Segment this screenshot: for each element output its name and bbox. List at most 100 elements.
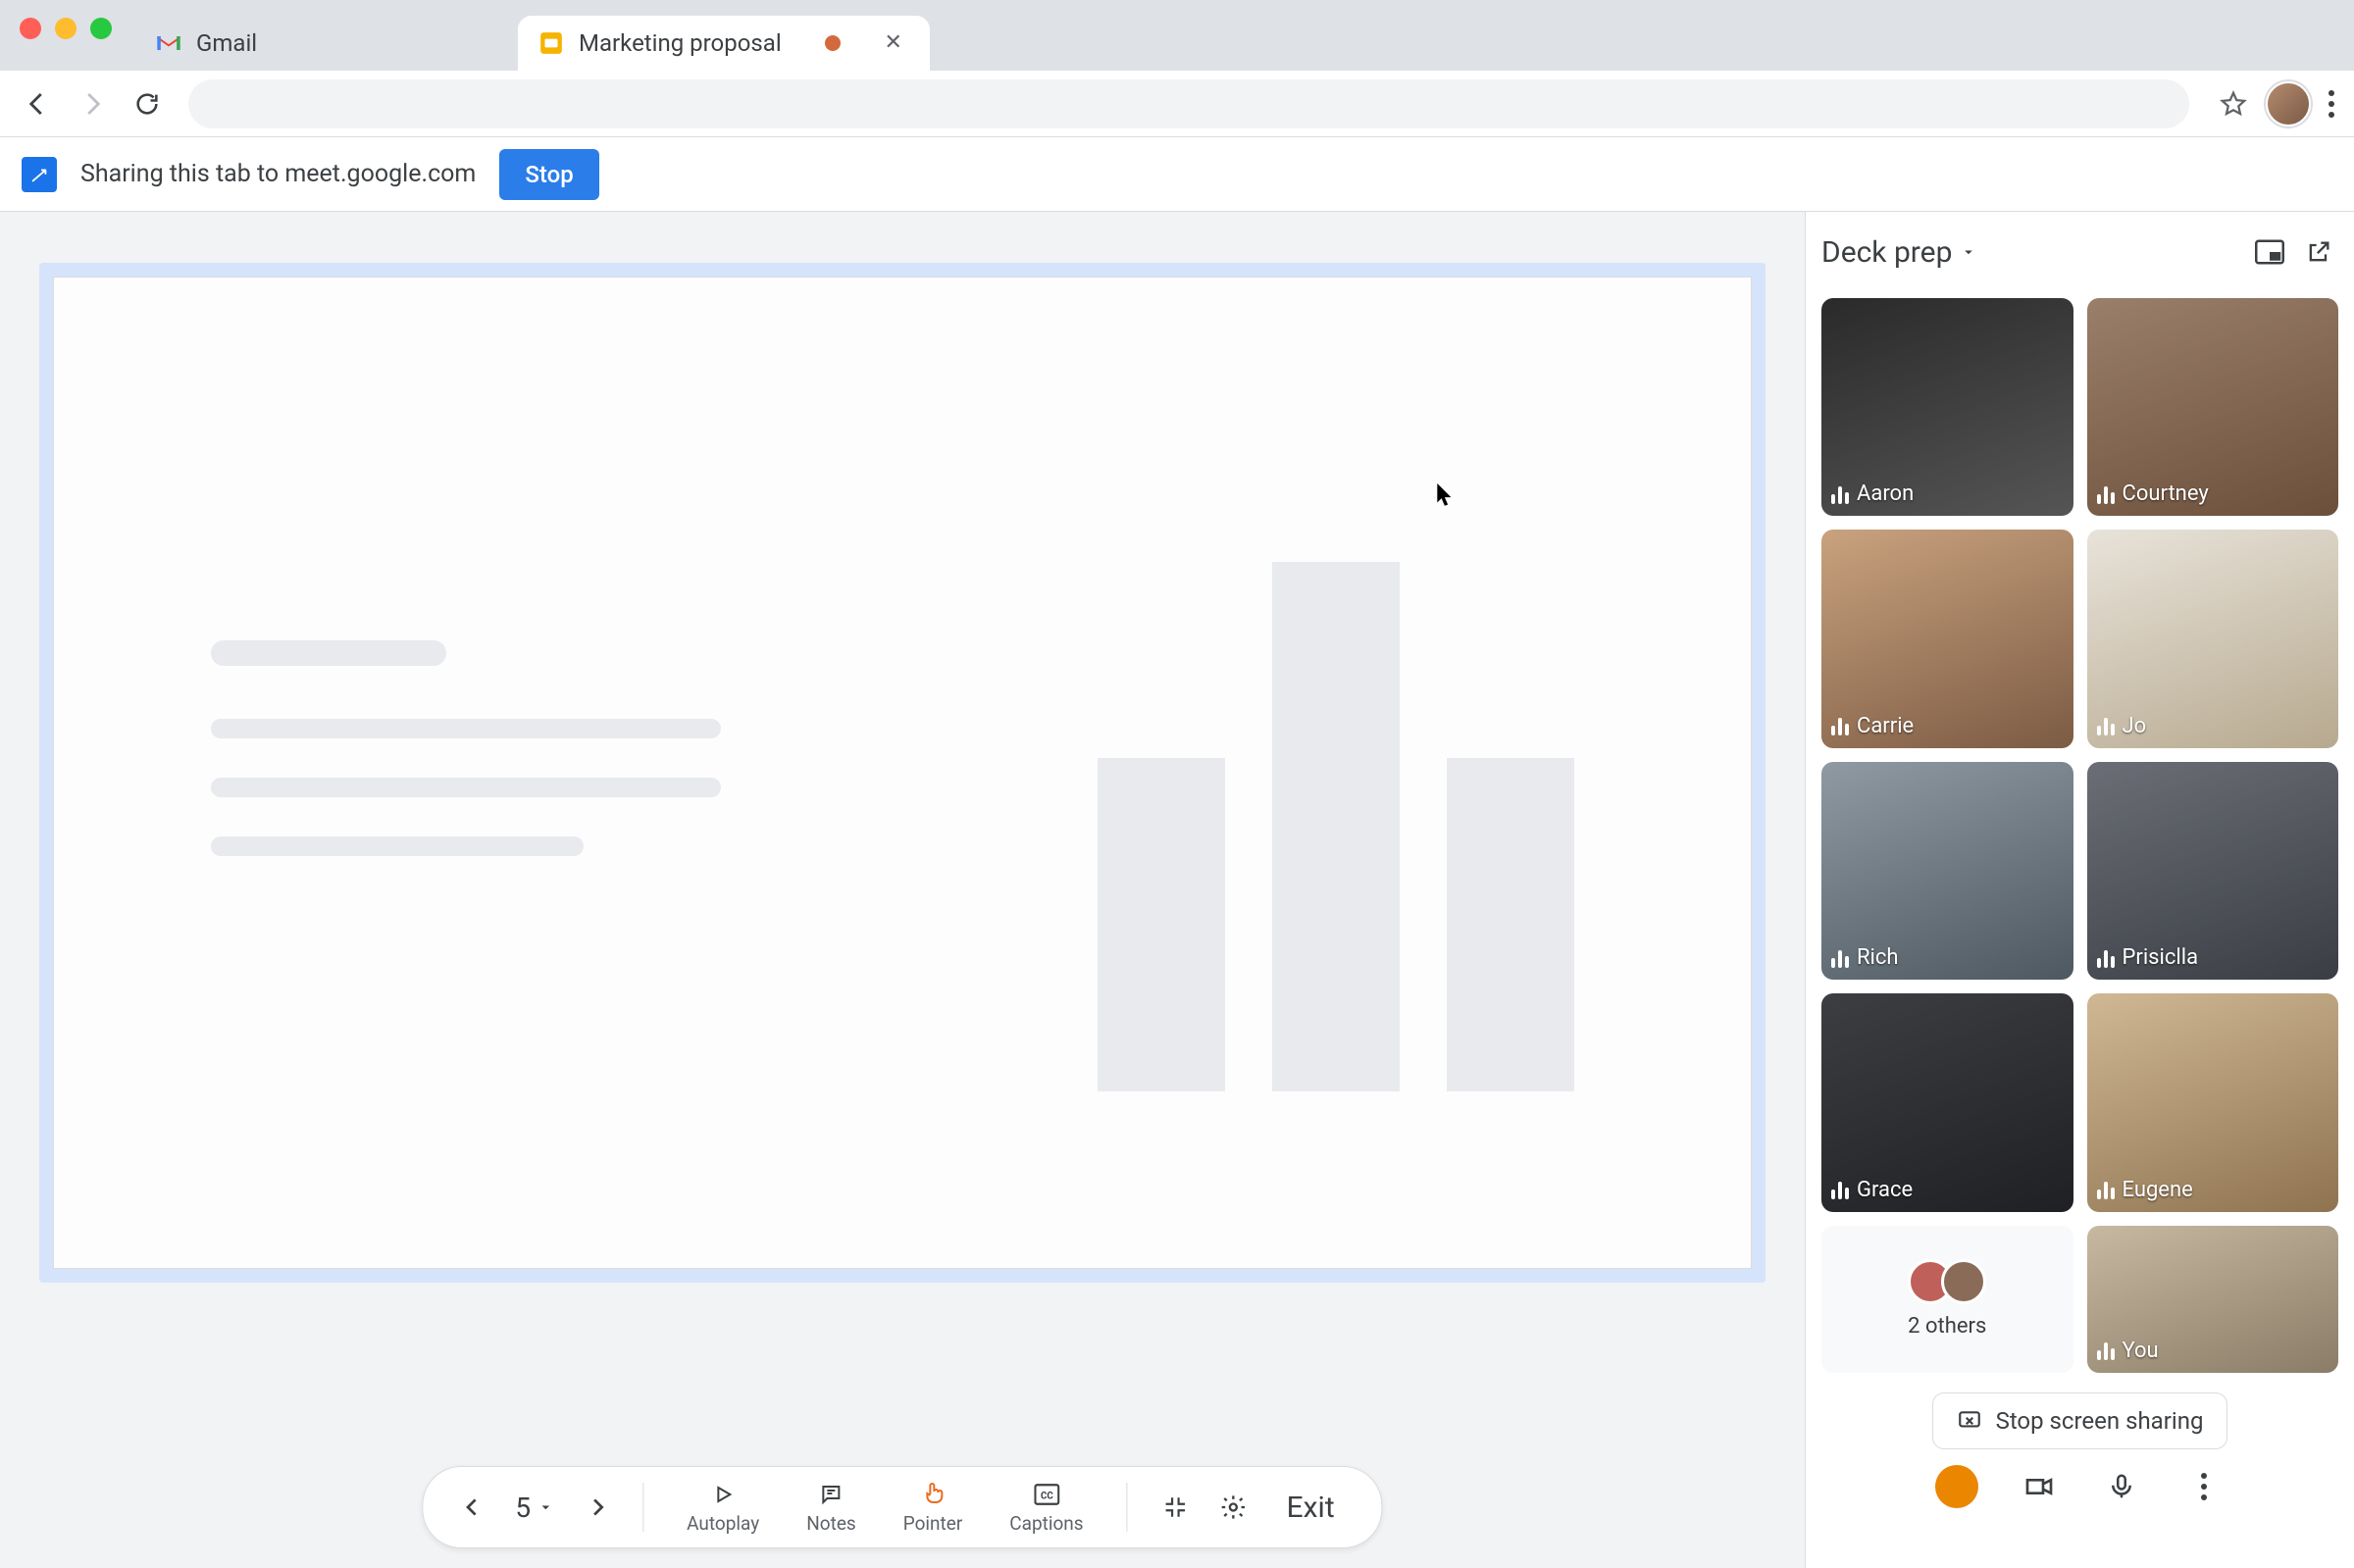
meeting-title-dropdown[interactable]: Deck prep <box>1821 235 1977 270</box>
participant-name: Carrie <box>1857 714 1914 738</box>
notes-icon <box>819 1481 843 1508</box>
back-button[interactable] <box>14 80 61 127</box>
slide-text-placeholder <box>211 778 721 797</box>
presenter-toolbar: 5 Autoplay Notes Pointer CC Captions <box>422 1466 1382 1548</box>
chart-bar <box>1272 562 1400 1091</box>
participant-tile[interactable]: Aaron <box>1821 298 2073 516</box>
close-window-button[interactable] <box>20 18 41 39</box>
toolbar-divider <box>642 1483 643 1532</box>
pointer-button[interactable]: Pointer <box>886 1481 981 1535</box>
tab-slides-doc[interactable]: Marketing proposal ✕ <box>518 16 930 71</box>
pointer-icon <box>921 1481 945 1508</box>
participant-tile[interactable]: Grace <box>1821 993 2073 1211</box>
captions-icon: CC <box>1034 1481 1059 1508</box>
svg-text:CC: CC <box>1041 1491 1053 1501</box>
audio-level-icon <box>2097 716 2115 735</box>
reload-button[interactable] <box>124 80 171 127</box>
participant-name: Rich <box>1857 945 1899 970</box>
options-button[interactable] <box>1210 1493 1257 1521</box>
play-icon <box>711 1481 735 1508</box>
slide-text-placeholder <box>211 719 721 738</box>
participant-tile[interactable]: Prisiclla <box>2087 762 2339 980</box>
screen-share-icon <box>22 157 57 192</box>
tab-gmail[interactable]: Gmail <box>135 16 518 71</box>
slide-text-placeholder <box>211 836 584 856</box>
gear-icon <box>1220 1493 1248 1521</box>
meet-panel-header: Deck prep <box>1821 224 2338 280</box>
profile-avatar[interactable] <box>2266 81 2311 126</box>
chart-bar <box>1098 758 1225 1091</box>
notes-button[interactable]: Notes <box>789 1481 874 1535</box>
participant-tile[interactable]: Rich <box>1821 762 2073 980</box>
slide-canvas[interactable] <box>53 277 1752 1269</box>
audio-level-icon <box>1831 484 1849 504</box>
others-tile[interactable]: 2 others <box>1821 1226 2073 1373</box>
captions-button[interactable]: CC Captions <box>992 1481 1100 1535</box>
others-avatars <box>1908 1259 1986 1304</box>
close-tab-button[interactable]: ✕ <box>885 32 902 54</box>
participant-name: Jo <box>2123 714 2147 738</box>
participant-tile[interactable]: Courtney <box>2087 298 2339 516</box>
autoplay-button[interactable]: Autoplay <box>669 1481 777 1535</box>
participant-grid: Aaron Courtney Carrie Jo Rich Prisiclla … <box>1821 298 2338 1373</box>
participant-name: Prisiclla <box>2123 945 2199 970</box>
tab-title: Marketing proposal <box>579 29 782 57</box>
next-slide-button[interactable] <box>578 1488 617 1527</box>
participant-name: Grace <box>1857 1178 1913 1202</box>
self-tile[interactable]: You <box>2087 1226 2339 1373</box>
slide-frame <box>39 263 1766 1283</box>
gmail-icon <box>155 29 182 57</box>
browser-tab-strip: Gmail Marketing proposal ✕ <box>0 0 2354 71</box>
pop-out-button[interactable] <box>2299 232 2338 272</box>
participant-name: Aaron <box>1857 481 1914 506</box>
participant-tile[interactable]: Eugene <box>2087 993 2339 1211</box>
main-content: 5 Autoplay Notes Pointer CC Captions <box>0 212 2354 1568</box>
exit-presentation-button[interactable]: Exit <box>1269 1491 1353 1525</box>
audio-level-icon <box>2097 1180 2115 1199</box>
sharing-bar-text: Sharing this tab to meet.google.com <box>80 160 476 188</box>
stop-screen-sharing-label: Stop screen sharing <box>1996 1407 2204 1435</box>
toolbar-divider <box>1127 1483 1128 1532</box>
others-count-label: 2 others <box>1908 1314 1986 1339</box>
stop-screen-share-icon <box>1957 1408 1982 1434</box>
self-avatar[interactable] <box>1935 1465 1978 1508</box>
minimize-window-button[interactable] <box>55 18 77 39</box>
slide-bar-chart <box>1098 562 1574 1091</box>
meet-side-panel: Deck prep Aaron Courtney Carrie Jo <box>1805 212 2354 1568</box>
audio-level-icon <box>1831 716 1849 735</box>
mouse-cursor-icon <box>1437 483 1455 509</box>
address-bar[interactable] <box>188 79 2189 128</box>
recording-indicator-icon <box>825 35 841 51</box>
more-options-button[interactable] <box>2182 1465 2226 1508</box>
meet-controls-bar <box>1821 1457 2338 1516</box>
more-vert-icon <box>2201 1473 2207 1500</box>
chart-bar <box>1447 758 1574 1091</box>
bookmark-star-icon[interactable] <box>2219 89 2248 119</box>
participant-name: Eugene <box>2123 1178 2193 1202</box>
audio-level-icon <box>1831 1180 1849 1199</box>
slide-number: 5 <box>515 1492 531 1524</box>
participant-tile[interactable]: Carrie <box>1821 530 2073 747</box>
compress-icon <box>1163 1493 1189 1521</box>
audio-level-icon <box>2097 484 2115 504</box>
stop-sharing-button[interactable]: Stop <box>499 149 598 200</box>
camera-toggle-button[interactable] <box>2018 1465 2061 1508</box>
mic-toggle-button[interactable] <box>2100 1465 2143 1508</box>
audio-level-icon <box>2097 1340 2115 1360</box>
audio-level-icon <box>2097 948 2115 968</box>
forward-button[interactable] <box>69 80 116 127</box>
prev-slide-button[interactable] <box>452 1488 491 1527</box>
picture-in-picture-button[interactable] <box>2250 232 2289 272</box>
participant-tile[interactable]: Jo <box>2087 530 2339 747</box>
maximize-window-button[interactable] <box>90 18 112 39</box>
minimize-view-button[interactable] <box>1153 1493 1199 1521</box>
slide-number-dropdown[interactable]: 5 <box>503 1486 566 1530</box>
more-menu-icon[interactable] <box>2328 90 2334 118</box>
browser-toolbar <box>0 71 2354 137</box>
stop-screen-sharing-button[interactable]: Stop screen sharing <box>1932 1392 2228 1449</box>
audio-level-icon <box>1831 948 1849 968</box>
tab-title: Gmail <box>196 29 257 57</box>
tab-sharing-bar: Sharing this tab to meet.google.com Stop <box>0 137 2354 212</box>
chevron-down-icon <box>537 1498 554 1516</box>
participant-name: Courtney <box>2123 481 2209 506</box>
